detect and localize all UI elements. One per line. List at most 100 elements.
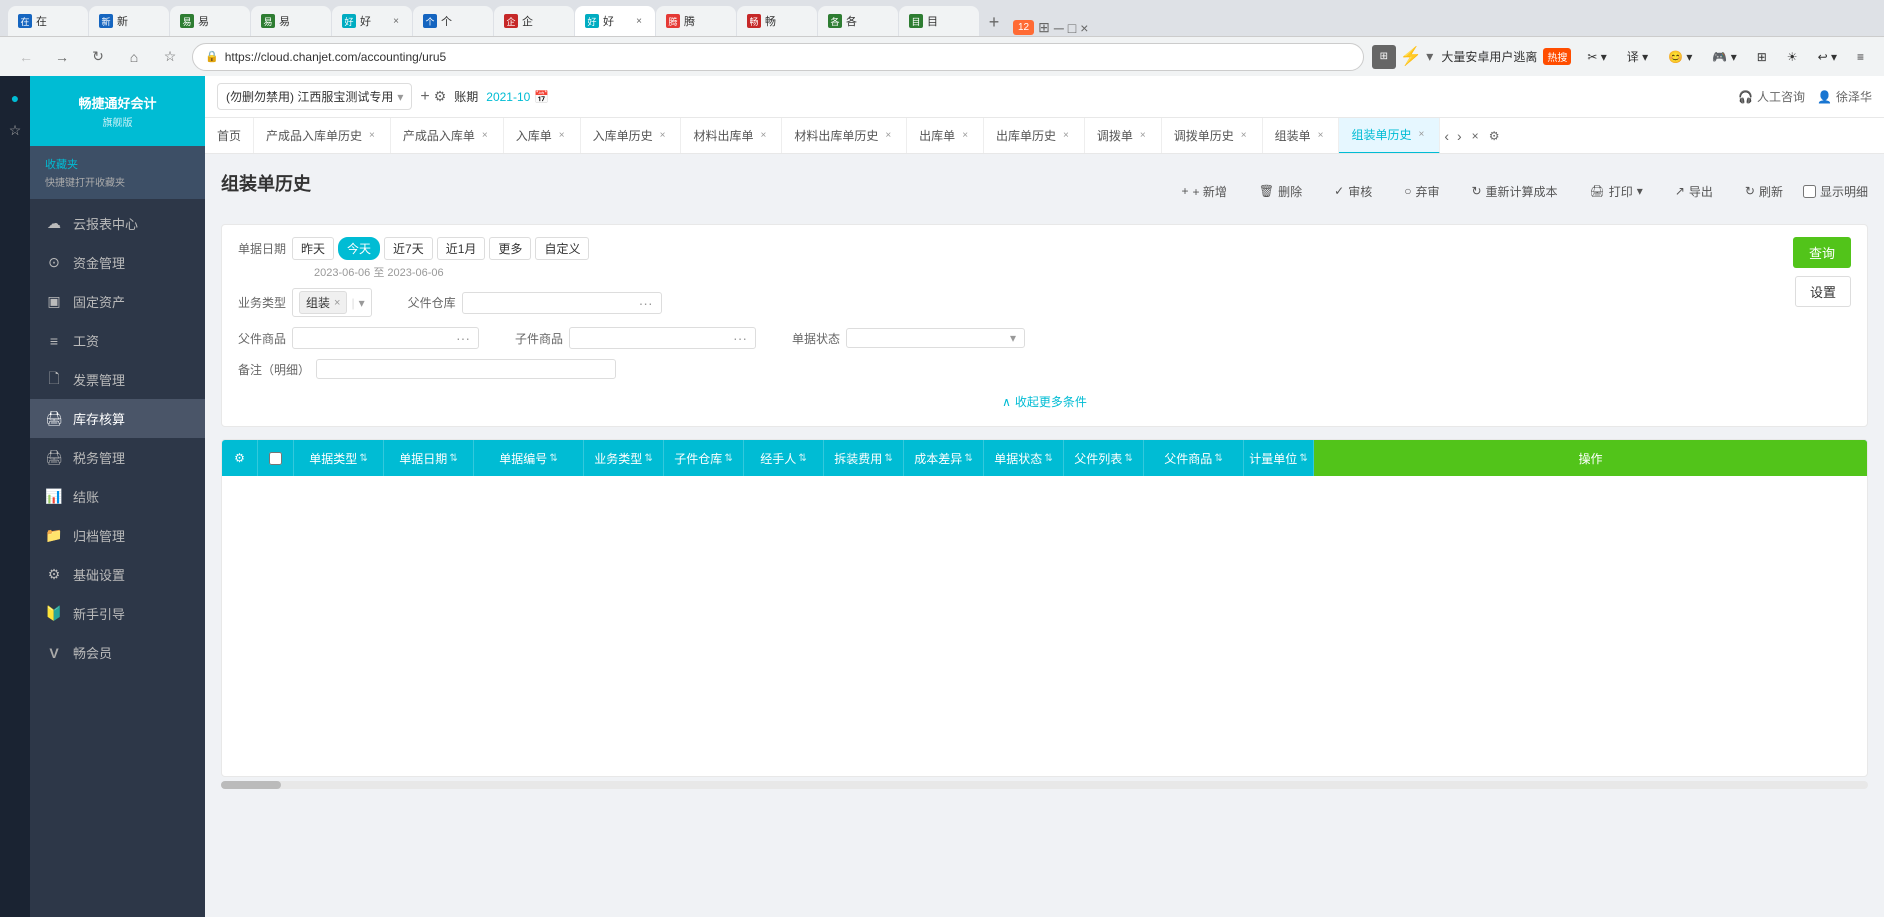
sidebar-item-fixed-assets[interactable]: ▣ 固定资产 [30, 282, 205, 321]
recalculate-button[interactable]: ↻ 重新计算成本 [1459, 179, 1569, 204]
th-settings[interactable]: ⚙ [222, 440, 258, 476]
browser-tab-9[interactable]: 腾 腾 [656, 6, 736, 36]
th-bill-date[interactable]: 单据日期 ⇅ [384, 440, 474, 476]
nav-tab-assemble-history-close[interactable]: × [1415, 128, 1427, 141]
tab-nav-next[interactable]: › [1453, 128, 1466, 144]
browser-tab-3[interactable]: 易 易 [170, 6, 250, 36]
date-btn-today[interactable]: 今天 [338, 237, 380, 260]
sidebar-item-settings[interactable]: ⚙ 基础设置 [30, 555, 205, 594]
calendar-icon[interactable]: 📅 [534, 90, 549, 104]
close-window-button[interactable]: × [1080, 20, 1088, 36]
date-btn-yesterday[interactable]: 昨天 [292, 237, 334, 260]
collapse-row[interactable]: ∧ 收起更多条件 [238, 389, 1851, 414]
sidebar-item-tax[interactable]: 🖨 税务管理 [30, 438, 205, 477]
nav-tab-assemble-history[interactable]: 组装单历史 × [1339, 118, 1440, 154]
browser-apps-icon[interactable]: ⊞ [1372, 45, 1396, 69]
tab-close-8[interactable]: × [633, 15, 645, 28]
dropdown-icon[interactable]: ▾ [1426, 48, 1433, 65]
nav-tab-transfer[interactable]: 调拨单 × [1085, 118, 1162, 154]
new-button[interactable]: + + 新增 [1170, 179, 1239, 204]
type-dropdown[interactable]: ▾ [359, 296, 365, 310]
th-bill-status[interactable]: 单据状态 ⇅ [984, 440, 1064, 476]
nav-tab-material-out-close[interactable]: × [757, 129, 769, 142]
nav-tab-out-close[interactable]: × [959, 129, 971, 142]
user-info[interactable]: 👤 徐泽华 [1817, 88, 1872, 105]
emoji-tool[interactable]: 😊 ▾ [1660, 48, 1700, 66]
sidebar-item-payroll[interactable]: ≡ 工资 [30, 321, 205, 360]
minimize-button[interactable]: ─ [1054, 20, 1064, 36]
horizontal-scrollbar[interactable] [221, 781, 1868, 789]
tab-add-button[interactable]: + [980, 8, 1008, 36]
browser-tab-2[interactable]: 新 新 [89, 6, 169, 36]
export-button[interactable]: ↗ 导出 [1663, 179, 1725, 204]
browser-tab-5[interactable]: 好 好 × [332, 6, 412, 36]
show-detail-checkbox[interactable]: 显示明细 [1803, 183, 1868, 200]
nav-tab-material-out[interactable]: 材料出库单 × [681, 118, 782, 154]
th-checkbox[interactable] [258, 440, 294, 476]
lightning-icon[interactable]: ⚡ [1400, 46, 1422, 67]
more-tabs-button[interactable]: ⊞ [1038, 19, 1050, 36]
tab-close-5[interactable]: × [390, 15, 402, 28]
nav-tab-assemble-close[interactable]: × [1315, 129, 1327, 142]
bill-status-dropdown[interactable]: ▾ [1010, 331, 1016, 345]
nav-tab-in-order-history-close[interactable]: × [657, 129, 669, 142]
refresh-button[interactable]: ↻ 刷新 [1733, 179, 1795, 204]
tab-close-all[interactable]: × [1466, 129, 1485, 143]
nav-tab-in-order-close[interactable]: × [556, 129, 568, 142]
parent-goods-field[interactable] [301, 331, 456, 345]
scissors-tool[interactable]: ✂ ▾ [1579, 48, 1614, 66]
th-business-type[interactable]: 业务类型 ⇅ [584, 440, 664, 476]
parent-goods-dots[interactable]: ··· [456, 330, 470, 346]
child-goods-field[interactable] [578, 331, 733, 345]
nav-tab-material-out-history-close[interactable]: × [882, 129, 894, 142]
translate-tool[interactable]: 译 ▾ [1619, 46, 1656, 67]
nav-tab-home[interactable]: 首页 [205, 118, 254, 154]
sun-tool[interactable]: ☀ [1779, 48, 1806, 66]
tab-settings-icon[interactable]: ⚙ [1485, 129, 1504, 143]
browser-tab-6[interactable]: 个 个 [413, 6, 493, 36]
sidebar-item-checkout[interactable]: 📊 结账 [30, 477, 205, 516]
print-button[interactable]: 🖨 打印 ▾ [1578, 179, 1655, 204]
sidebar-item-member[interactable]: V 畅会员 [30, 633, 205, 672]
parent-warehouse-field[interactable] [471, 296, 639, 310]
side-icon-2[interactable]: ☆ [3, 118, 27, 142]
side-icon-1[interactable]: ● [3, 86, 27, 110]
th-cost-diff[interactable]: 成本差异 ⇅ [904, 440, 984, 476]
nav-tab-out-history-close[interactable]: × [1060, 129, 1072, 142]
nav-tab-transfer-history-close[interactable]: × [1238, 129, 1250, 142]
browser-tab-1[interactable]: 在 在 [8, 6, 88, 36]
bill-status-select[interactable]: ▾ [846, 328, 1025, 348]
browser-tab-12[interactable]: 目 目 [899, 6, 979, 36]
remark-field[interactable] [325, 362, 607, 376]
layout-tool[interactable]: ⊞ [1749, 48, 1775, 66]
filter-settings-button[interactable]: 设置 [1795, 276, 1851, 307]
date-btn-1month[interactable]: 近1月 [437, 237, 486, 260]
bill-status-field[interactable] [855, 331, 1010, 345]
nav-tab-prod-in[interactable]: 产成品入库单 × [391, 118, 504, 154]
business-type-close[interactable]: × [334, 297, 340, 309]
audit-button[interactable]: ✓ 审核 [1322, 179, 1384, 204]
browser-tab-11[interactable]: 各 各 [818, 6, 898, 36]
show-detail-input[interactable] [1803, 185, 1816, 198]
date-btn-more[interactable]: 更多 [489, 237, 531, 260]
nav-tab-in-order[interactable]: 入库单 × [504, 118, 581, 154]
nav-tab-out[interactable]: 出库单 × [907, 118, 984, 154]
th-unit[interactable]: 计量单位 ⇅ [1244, 440, 1314, 476]
date-btn-7days[interactable]: 近7天 [384, 237, 433, 260]
forward-button[interactable]: → [48, 43, 76, 71]
address-input[interactable]: 🔒 https://cloud.chanjet.com/accounting/u… [192, 43, 1364, 71]
menu-tool[interactable]: ≡ [1849, 48, 1872, 66]
add-company-icon[interactable]: + [420, 88, 429, 106]
query-button[interactable]: 查询 [1793, 237, 1851, 268]
home-button[interactable]: ⌂ [120, 43, 148, 71]
back-button[interactable]: ← [12, 43, 40, 71]
nav-tab-material-out-history[interactable]: 材料出库单历史 × [782, 118, 907, 154]
th-parent-list[interactable]: 父件列表 ⇅ [1064, 440, 1144, 476]
nav-tab-in-order-history[interactable]: 入库单历史 × [581, 118, 682, 154]
nav-tab-prod-in-close[interactable]: × [479, 129, 491, 142]
nav-tab-prod-in-history[interactable]: 产成品入库单历史 × [254, 118, 391, 154]
th-parent-goods[interactable]: 父件商品 ⇅ [1144, 440, 1244, 476]
sidebar-item-fund[interactable]: ⊙ 资金管理 [30, 243, 205, 282]
child-goods-dots[interactable]: ··· [733, 330, 747, 346]
delete-button[interactable]: 🗑 删除 [1247, 179, 1314, 204]
